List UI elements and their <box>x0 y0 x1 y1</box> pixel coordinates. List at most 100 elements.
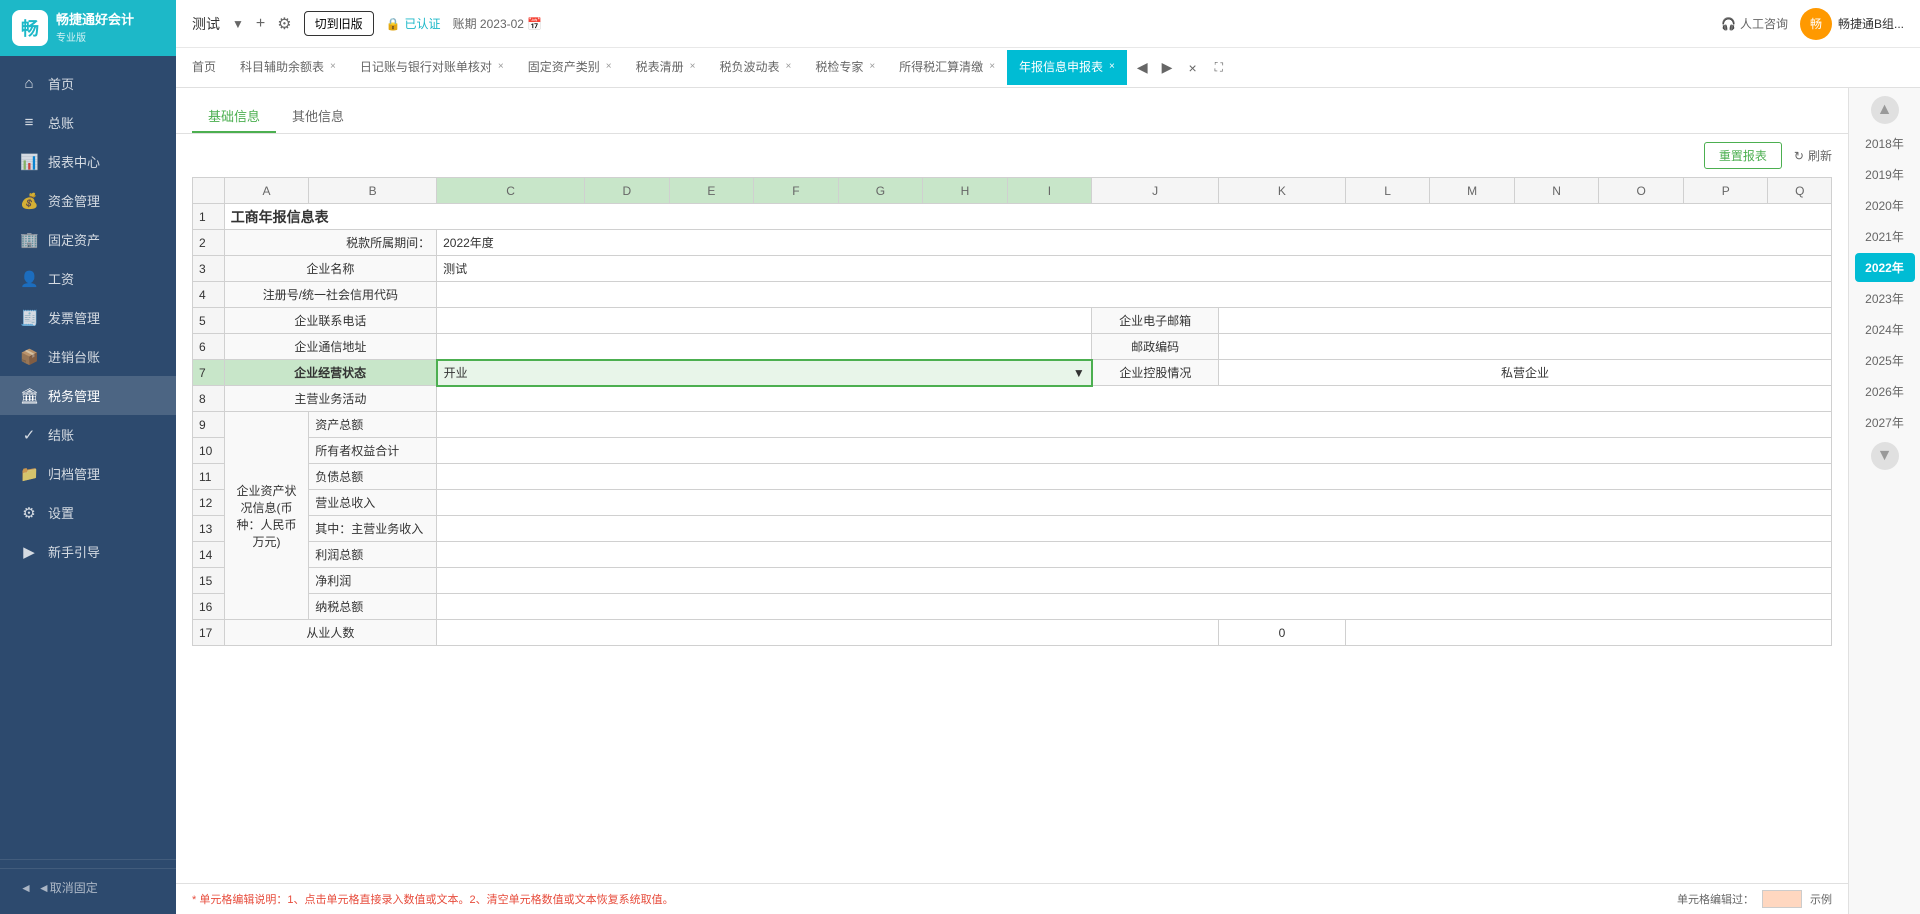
table-cell[interactable]: 资产总额 <box>309 412 437 438</box>
row-num[interactable]: 1 <box>193 204 225 230</box>
table-cell[interactable]: 注册号/统一社会信用代码 <box>224 282 436 308</box>
sidebar-item-fixed-assets[interactable]: 🏢 固定资产 <box>0 220 176 259</box>
col-header-m[interactable]: M <box>1430 178 1515 204</box>
year-item-2022[interactable]: 2022年 <box>1855 253 1915 282</box>
sidebar-item-finance[interactable]: 💰 资金管理 <box>0 181 176 220</box>
year-up-btn[interactable]: ▲ <box>1871 96 1899 124</box>
reset-report-btn[interactable]: 重置报表 <box>1704 142 1782 169</box>
table-cell[interactable] <box>437 568 1832 594</box>
table-cell[interactable] <box>437 386 1832 412</box>
sidebar-item-settings[interactable]: ⚙ 设置 <box>0 493 176 532</box>
tab-subsidiary[interactable]: 科目辅助余额表 × <box>228 50 348 85</box>
tab-tax-wave[interactable]: 税负波动表 × <box>707 50 803 85</box>
table-cell[interactable]: 企业通信地址 <box>224 334 436 360</box>
row-num[interactable]: 11 <box>193 464 225 490</box>
row-num[interactable]: 3 <box>193 256 225 282</box>
col-header-n[interactable]: N <box>1514 178 1599 204</box>
col-header-g[interactable]: G <box>838 178 923 204</box>
table-cell[interactable]: 负债总额 <box>309 464 437 490</box>
col-header-i[interactable]: I <box>1007 178 1092 204</box>
tab-close-btn[interactable]: × <box>606 61 612 72</box>
row-num[interactable]: 4 <box>193 282 225 308</box>
table-cell[interactable]: 从业人数 <box>224 620 436 646</box>
topbar-add-btn[interactable]: + <box>256 15 265 33</box>
table-cell[interactable] <box>1219 308 1832 334</box>
tab-expand-btn[interactable]: ⛶ <box>1207 56 1231 79</box>
tab-next-btn[interactable]: ▶ <box>1156 55 1179 80</box>
table-cell[interactable] <box>437 282 1832 308</box>
col-header-j[interactable]: J <box>1092 178 1219 204</box>
row-num[interactable]: 7 <box>193 360 225 386</box>
year-down-btn[interactable]: ▼ <box>1871 442 1899 470</box>
col-header-q[interactable]: Q <box>1768 178 1832 204</box>
sidebar-item-archive[interactable]: 📁 归档管理 <box>0 454 176 493</box>
row-num[interactable]: 14 <box>193 542 225 568</box>
col-header-f[interactable]: F <box>754 178 839 204</box>
col-header-e[interactable]: E <box>669 178 754 204</box>
table-cell[interactable] <box>437 438 1832 464</box>
table-cell[interactable] <box>437 308 1092 334</box>
row-num[interactable]: 16 <box>193 594 225 620</box>
table-cell[interactable]: 私营企业 <box>1219 360 1832 386</box>
table-cell[interactable] <box>437 412 1832 438</box>
tab-prev-btn[interactable]: ◀ <box>1131 55 1154 80</box>
table-cell[interactable]: 其中：主营业务收入 <box>309 516 437 542</box>
sidebar-item-inventory[interactable]: 📦 进销台账 <box>0 337 176 376</box>
table-cell[interactable]: 0 <box>1219 620 1346 646</box>
year-item-2019[interactable]: 2019年 <box>1855 160 1915 189</box>
row-num[interactable]: 12 <box>193 490 225 516</box>
tab-close-btn[interactable]: × <box>498 61 504 72</box>
table-cell[interactable] <box>437 516 1832 542</box>
table-cell[interactable] <box>437 464 1832 490</box>
topbar-settings-btn[interactable]: ⚙ <box>277 14 291 34</box>
col-header-d[interactable]: D <box>585 178 670 204</box>
col-header-l[interactable]: L <box>1345 178 1430 204</box>
refresh-btn[interactable]: ↻ 刷新 <box>1794 147 1832 164</box>
tab-income-tax[interactable]: 所得税汇算清缴 × <box>887 50 1007 85</box>
col-header-c[interactable]: C <box>437 178 585 204</box>
table-cell-dropdown[interactable]: 开业 ▼ <box>437 360 1092 386</box>
tab-close-btn[interactable]: × <box>330 61 336 72</box>
sidebar-item-tax[interactable]: 🏛 税务管理 <box>0 376 176 415</box>
table-cell[interactable]: 工商年报信息表 <box>224 204 1831 230</box>
table-cell[interactable]: 企业名称 <box>224 256 436 282</box>
dropdown-arrow-icon[interactable]: ▼ <box>1073 366 1085 380</box>
col-header-p[interactable]: P <box>1683 178 1768 204</box>
row-num[interactable]: 15 <box>193 568 225 594</box>
table-cell[interactable]: 主营业务活动 <box>224 386 436 412</box>
year-item-2025[interactable]: 2025年 <box>1855 346 1915 375</box>
spreadsheet-wrapper[interactable]: A B C D E F G H I J K L M <box>176 177 1848 883</box>
sidebar-item-invoice[interactable]: 🧾 发票管理 <box>0 298 176 337</box>
row-num[interactable]: 5 <box>193 308 225 334</box>
row-num[interactable]: 9 <box>193 412 225 438</box>
col-header-k[interactable]: K <box>1219 178 1346 204</box>
table-cell[interactable]: 2022年度 <box>437 230 1832 256</box>
year-item-2023[interactable]: 2023年 <box>1855 284 1915 313</box>
table-cell[interactable]: 企业控股情况 <box>1092 360 1219 386</box>
col-header-a[interactable]: A <box>224 178 309 204</box>
tab-home[interactable]: 首页 <box>180 50 228 85</box>
table-cell[interactable] <box>437 620 1219 646</box>
row-num[interactable]: 17 <box>193 620 225 646</box>
table-cell[interactable]: 测试 <box>437 256 1832 282</box>
tab-tax-form[interactable]: 税表清册 × <box>624 50 708 85</box>
table-cell[interactable]: 企业电子邮箱 <box>1092 308 1219 334</box>
year-item-2018[interactable]: 2018年 <box>1855 129 1915 158</box>
topbar-dropdown-btn[interactable]: ▼ <box>232 17 244 31</box>
year-item-2024[interactable]: 2024年 <box>1855 315 1915 344</box>
row-num[interactable]: 2 <box>193 230 225 256</box>
topbar-user[interactable]: 畅 畅捷通B组... <box>1800 8 1904 40</box>
table-cell[interactable] <box>1219 334 1832 360</box>
tab-journal[interactable]: 日记账与银行对账单核对 × <box>348 50 516 85</box>
sidebar-collapse-btn[interactable]: ◄ ◄取消固定 <box>0 868 176 906</box>
table-cell[interactable]: 企业经营状态 <box>224 360 436 386</box>
table-cell[interactable]: 利润总额 <box>309 542 437 568</box>
sub-tab-other[interactable]: 其他信息 <box>276 100 360 133</box>
tab-close-btn[interactable]: × <box>1109 61 1115 72</box>
tab-close-btn[interactable]: × <box>785 61 791 72</box>
table-cell[interactable] <box>437 594 1832 620</box>
table-cell[interactable]: 企业联系电话 <box>224 308 436 334</box>
tab-tax-expert[interactable]: 税检专家 × <box>803 50 887 85</box>
row-num[interactable]: 6 <box>193 334 225 360</box>
topbar-service-btn[interactable]: 🎧 人工咨询 <box>1721 15 1788 32</box>
